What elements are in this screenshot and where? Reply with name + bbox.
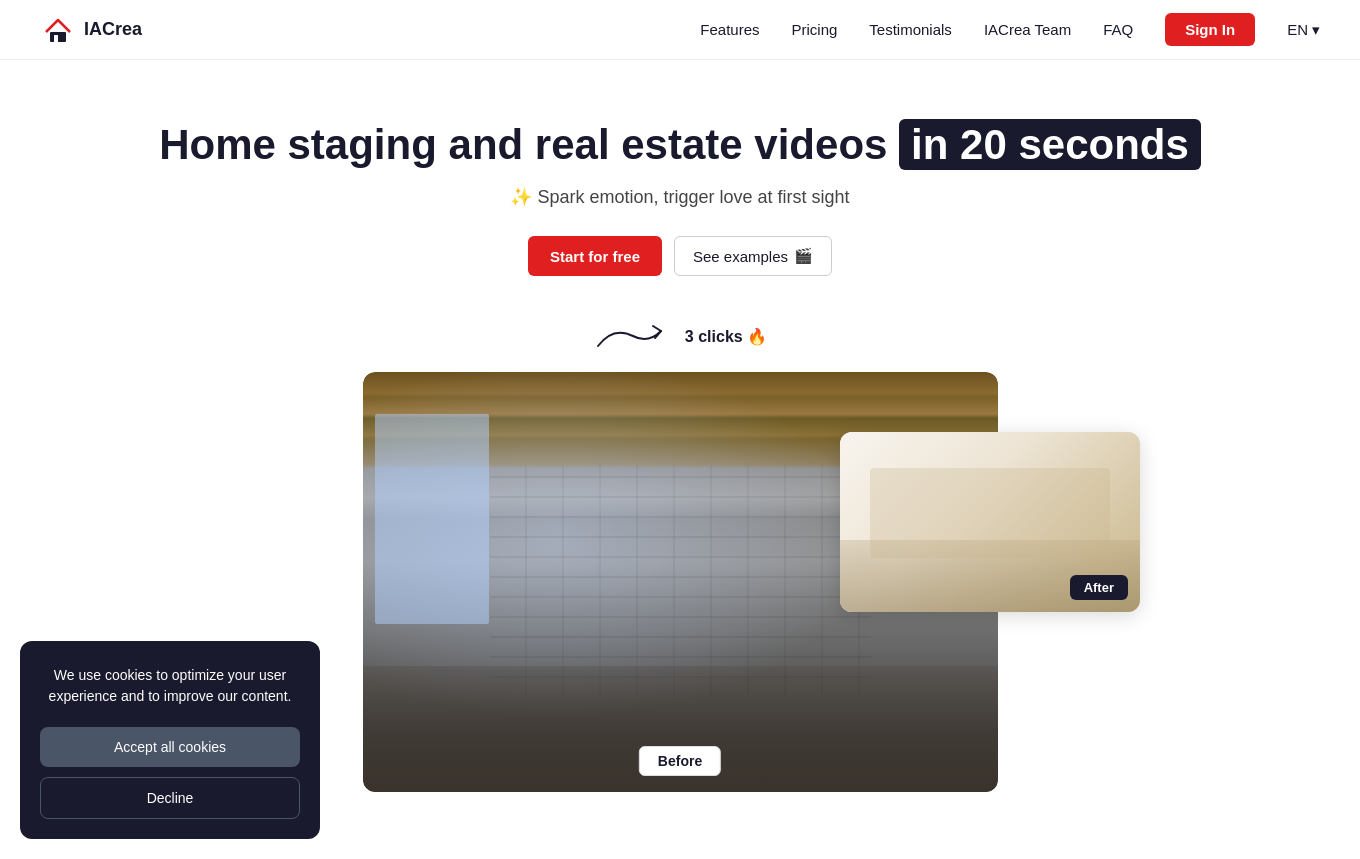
before-label: Before bbox=[639, 746, 721, 776]
clicks-annotation: 3 clicks 🔥 bbox=[20, 316, 1340, 356]
signin-button[interactable]: Sign In bbox=[1165, 13, 1255, 46]
svg-rect-2 bbox=[54, 35, 58, 42]
after-image-container: After bbox=[840, 432, 1140, 612]
hero-title-start: Home staging and real estate videos bbox=[159, 121, 887, 168]
clicks-label: 3 clicks 🔥 bbox=[685, 327, 767, 346]
hero-title: Home staging and real estate videos in 2… bbox=[20, 120, 1340, 170]
nav-pricing[interactable]: Pricing bbox=[791, 21, 837, 38]
nav-faq[interactable]: FAQ bbox=[1103, 21, 1133, 38]
language-selector[interactable]: EN ▾ bbox=[1287, 21, 1320, 39]
video-icon: 🎬 bbox=[794, 247, 813, 265]
svg-rect-0 bbox=[40, 12, 76, 48]
after-label: After bbox=[1070, 575, 1128, 600]
hero-title-highlight: in 20 seconds bbox=[899, 119, 1201, 170]
accept-cookies-button[interactable]: Accept all cookies bbox=[40, 727, 300, 767]
logo[interactable]: IACrea bbox=[40, 12, 142, 48]
navbar: IACrea Features Pricing Testimonials IAC… bbox=[0, 0, 1360, 60]
hero-subtitle: ✨ Spark emotion, trigger love at first s… bbox=[20, 186, 1340, 208]
see-examples-button[interactable]: See examples 🎬 bbox=[674, 236, 832, 276]
chevron-down-icon: ▾ bbox=[1312, 21, 1320, 39]
nav-testimonials[interactable]: Testimonials bbox=[869, 21, 952, 38]
hero-cta-buttons: Start for free See examples 🎬 bbox=[20, 236, 1340, 276]
logo-icon bbox=[40, 12, 76, 48]
nav-team[interactable]: IACrea Team bbox=[984, 21, 1071, 38]
cookie-banner: We use cookies to optimize your user exp… bbox=[20, 641, 320, 839]
cookie-message: We use cookies to optimize your user exp… bbox=[40, 665, 300, 707]
nav-features[interactable]: Features bbox=[700, 21, 759, 38]
logo-text: IACrea bbox=[84, 19, 142, 40]
nav-links: Features Pricing Testimonials IACrea Tea… bbox=[700, 13, 1320, 46]
start-free-button[interactable]: Start for free bbox=[528, 236, 662, 276]
arrow-icon bbox=[593, 316, 673, 356]
decline-cookies-button[interactable]: Decline bbox=[40, 777, 300, 819]
